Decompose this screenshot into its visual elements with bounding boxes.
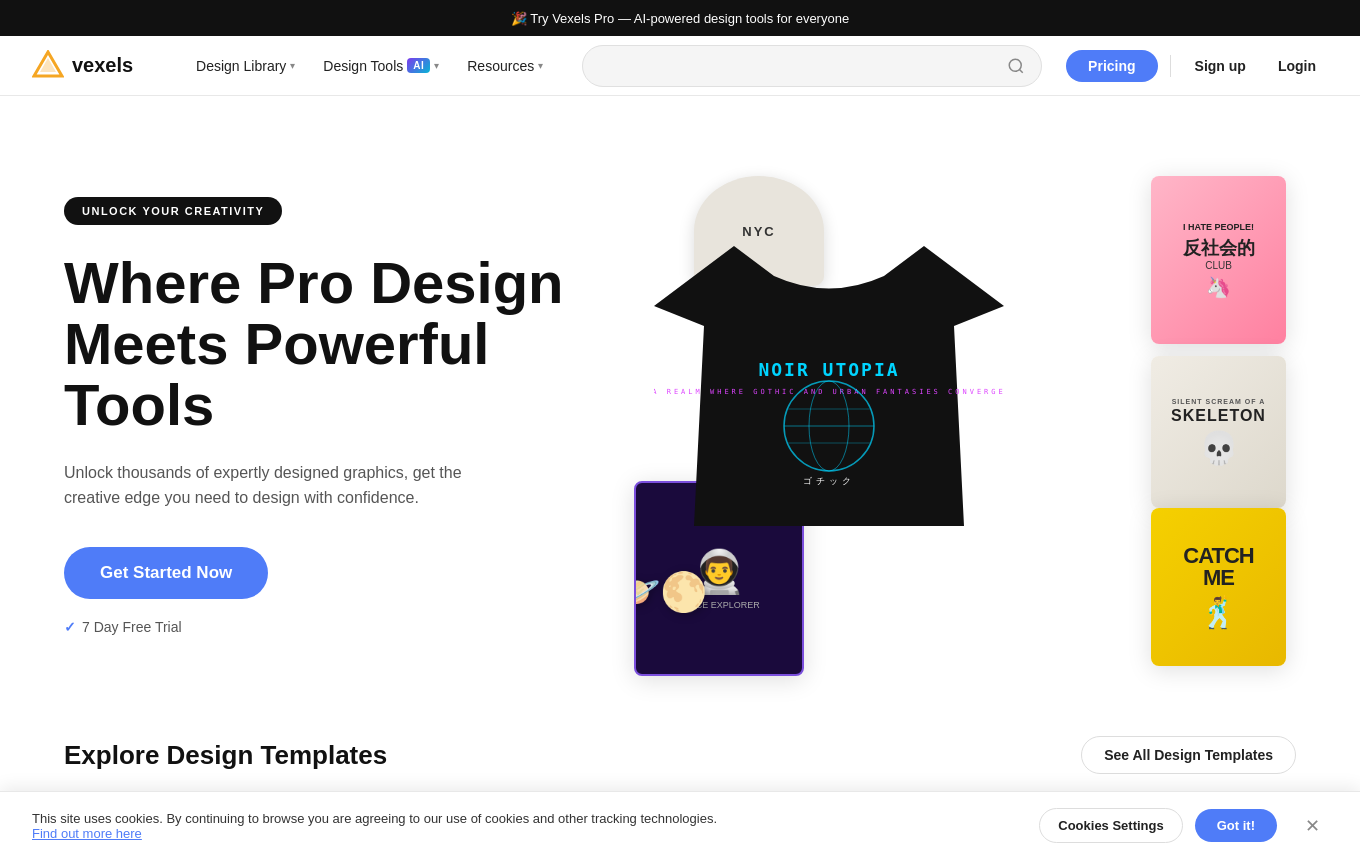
unlock-badge: UNLOCK YOUR CREATIVITY	[64, 197, 282, 225]
svg-text:NOIR UTOPIA: NOIR UTOPIA	[758, 359, 899, 380]
svg-text:A REALM WHERE GOTHIC AND URBAN: A REALM WHERE GOTHIC AND URBAN FANTASIES…	[654, 388, 1004, 396]
ai-badge: AI	[407, 58, 430, 73]
design-card-japanese: I HATE PEOPLE! 反社会的 CLUB 🦄	[1151, 176, 1286, 344]
search-input[interactable]	[599, 58, 999, 74]
balloon-decoration: 🌍🪐🌕	[634, 570, 707, 614]
trial-text: 7 Day Free Trial	[64, 619, 604, 635]
design-card-skeleton: SILENT SCREAM OF A SKELETON 💀	[1151, 356, 1286, 508]
tshirt-svg: NOIR UTOPIA A REALM WHERE GOTHIC AND URB…	[654, 246, 1004, 566]
got-it-button[interactable]: Got it!	[1195, 809, 1277, 842]
hero-title: Where Pro DesignMeets Powerful Tools	[64, 253, 604, 436]
nav-links: Design Library ▾ Design Tools AI ▾ Resou…	[157, 52, 582, 80]
navbar-right-actions: Pricing Sign up Login	[1066, 50, 1328, 82]
hero-section: UNLOCK YOUR CREATIVITY Where Pro DesignM…	[0, 96, 1360, 716]
cookie-actions: Cookies Settings Got it! ✕	[1039, 808, 1328, 843]
logo-link[interactable]: vexels	[32, 50, 133, 82]
main-navbar: vexels Design Library ▾ Design Tools AI …	[0, 36, 1360, 96]
hero-content: UNLOCK YOUR CREATIVITY Where Pro DesignM…	[64, 197, 604, 635]
chevron-down-icon: ▾	[290, 60, 295, 71]
pricing-button[interactable]: Pricing	[1066, 50, 1157, 82]
nav-item-resources[interactable]: Resources ▾	[455, 52, 555, 80]
hero-subtitle: Unlock thousands of expertly designed gr…	[64, 460, 484, 511]
cookies-settings-button[interactable]: Cookies Settings	[1039, 808, 1182, 843]
search-bar	[582, 45, 1042, 87]
get-started-button[interactable]: Get Started Now	[64, 547, 268, 599]
nav-item-design-library[interactable]: Design Library ▾	[184, 52, 307, 80]
vexels-logo-icon	[32, 50, 64, 82]
cookie-message: This site uses cookies. By continuing to…	[32, 811, 732, 841]
nav-item-design-tools[interactable]: Design Tools AI ▾	[311, 52, 451, 80]
svg-line-3	[1020, 69, 1023, 72]
logo-text: vexels	[72, 54, 133, 77]
see-all-button[interactable]: See All Design Templates	[1081, 736, 1296, 774]
cookie-find-more-link[interactable]: Find out more here	[32, 826, 142, 841]
explore-title: Explore Design Templates	[64, 740, 387, 771]
cookie-close-button[interactable]: ✕	[1297, 811, 1328, 841]
svg-text:ゴチック: ゴチック	[803, 476, 855, 486]
signup-button[interactable]: Sign up	[1183, 50, 1258, 82]
chevron-down-icon: ▾	[538, 60, 543, 71]
nav-divider	[1170, 55, 1171, 77]
hero-visual: NYC NOIR UTOPIA A REALM WHERE GOTHIC AND…	[604, 156, 1296, 676]
design-card-yellow: CATCHME 🕺	[1151, 508, 1286, 666]
login-button[interactable]: Login	[1266, 50, 1328, 82]
explore-header: Explore Design Templates See All Design …	[64, 736, 1296, 774]
svg-point-2	[1009, 59, 1021, 71]
tshirt-mockup: NYC NOIR UTOPIA A REALM WHERE GOTHIC AND…	[664, 166, 1004, 586]
top-bar-text: 🎉 Try Vexels Pro — AI-powered design too…	[511, 11, 849, 26]
search-icon	[1007, 57, 1025, 75]
top-announcement-bar: 🎉 Try Vexels Pro — AI-powered design too…	[0, 0, 1360, 36]
chevron-down-icon: ▾	[434, 60, 439, 71]
cookie-banner: This site uses cookies. By continuing to…	[0, 791, 1360, 859]
